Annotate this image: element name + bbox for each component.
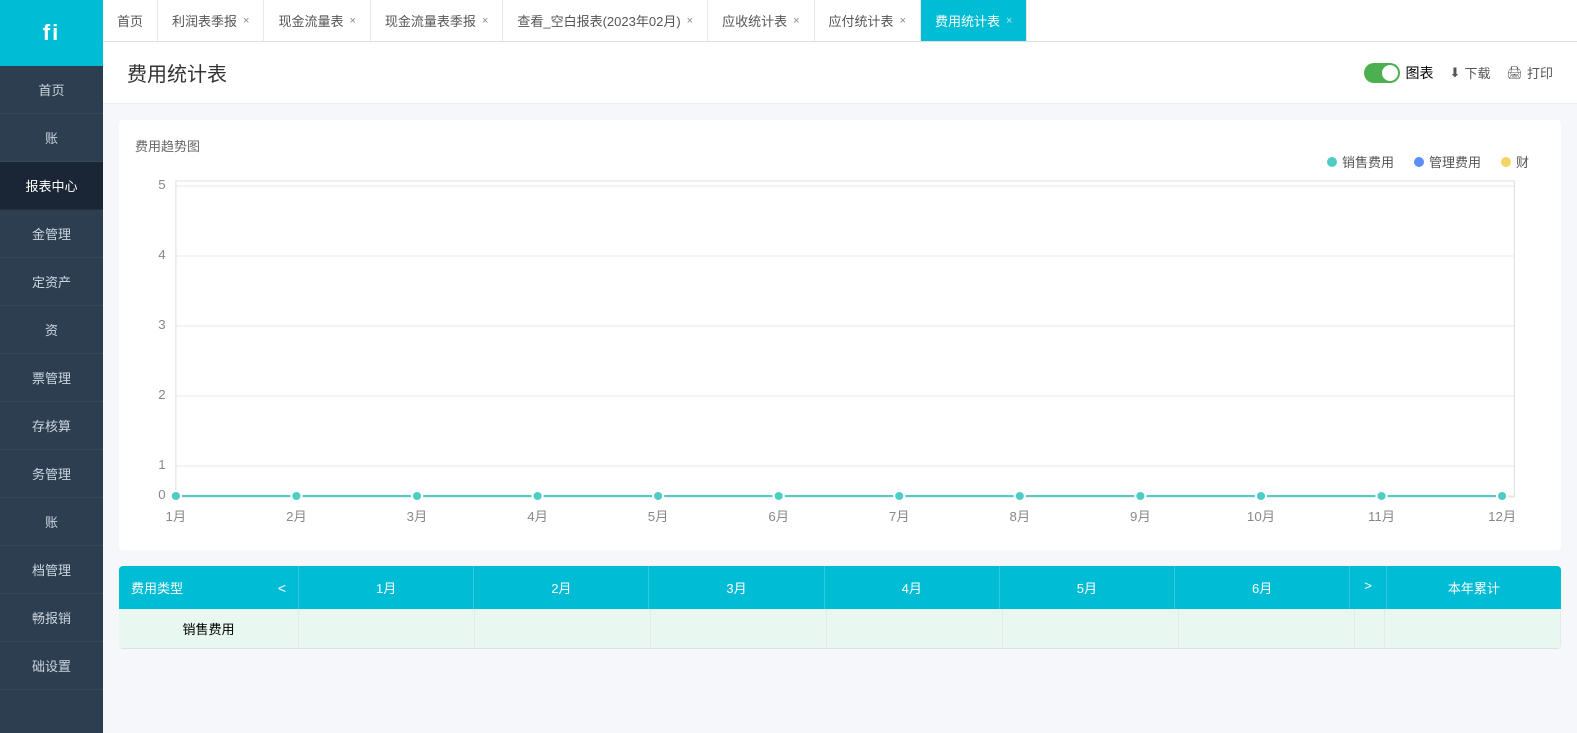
td-m2 bbox=[475, 609, 651, 648]
td-type: 销售费用 bbox=[119, 609, 299, 648]
th-month-6: 6月 bbox=[1175, 566, 1350, 609]
sidebar-item-archive[interactable]: 档管理 bbox=[0, 546, 103, 594]
svg-text:0: 0 bbox=[158, 487, 165, 502]
print-icon: 🖨 bbox=[1506, 65, 1523, 81]
svg-text:8月: 8月 bbox=[1009, 509, 1030, 524]
download-button[interactable]: ⬇ 下载 bbox=[1450, 63, 1491, 82]
page-header: 费用统计表 图表 ⬇ 下载 🖨 打印 bbox=[103, 42, 1577, 104]
print-button[interactable]: 🖨 打印 bbox=[1506, 63, 1553, 82]
close-icon[interactable]: × bbox=[243, 15, 249, 27]
svg-text:5月: 5月 bbox=[648, 509, 669, 524]
tab-expense-stat[interactable]: 费用统计表 × bbox=[921, 0, 1027, 41]
th-month-2: 2月 bbox=[474, 566, 649, 609]
sidebar-item-account[interactable]: 账 bbox=[0, 114, 103, 162]
tab-receivable[interactable]: 应收统计表 × bbox=[708, 0, 814, 41]
table-row-group-sales: 销售费用 bbox=[119, 609, 1561, 649]
close-icon[interactable]: × bbox=[900, 15, 906, 27]
th-month-5: 5月 bbox=[1000, 566, 1175, 609]
th-nav-prev[interactable]: < bbox=[278, 580, 286, 596]
table-header: 费用类型 < 1月 2月 3月 4月 5月 6月 > 本年累计 bbox=[119, 566, 1561, 609]
table-section: 费用类型 < 1月 2月 3月 4月 5月 6月 > 本年累计 销售费用 bbox=[119, 566, 1561, 649]
td-m5 bbox=[1003, 609, 1179, 648]
svg-text:2月: 2月 bbox=[286, 509, 307, 524]
main-content: 首页 利润表季报 × 现金流量表 × 现金流量表季报 × 查看_空白报表(202… bbox=[103, 0, 1577, 733]
svg-text:1月: 1月 bbox=[166, 509, 187, 524]
sidebar-item-investment[interactable]: 资 bbox=[0, 306, 103, 354]
svg-text:4月: 4月 bbox=[527, 509, 548, 524]
svg-text:3月: 3月 bbox=[407, 509, 428, 524]
th-annual: 本年累计 bbox=[1387, 566, 1561, 609]
svg-text:10月: 10月 bbox=[1247, 509, 1275, 524]
sidebar-item-inventory[interactable]: 存核算 bbox=[0, 402, 103, 450]
th-type: 费用类型 < bbox=[119, 566, 299, 609]
tab-view-blank[interactable]: 查看_空白报表(2023年02月) × bbox=[503, 0, 708, 41]
td-m3 bbox=[651, 609, 827, 648]
sidebar-item-report-center[interactable]: 报表中心 bbox=[0, 162, 103, 210]
svg-text:2: 2 bbox=[158, 387, 165, 402]
sidebar: fi 首页 账 报表中心 金管理 定资产 资 票管理 存核算 务管理 账 档管理… bbox=[0, 0, 103, 733]
page-content: 费用统计表 图表 ⬇ 下载 🖨 打印 费用趋势图 bbox=[103, 42, 1577, 733]
chart-svg-area: 5 4 3 2 1 0 bbox=[135, 163, 1545, 534]
sidebar-item-basic-settings[interactable]: 础设置 bbox=[0, 642, 103, 690]
close-icon[interactable]: × bbox=[1006, 15, 1012, 27]
tab-cashflow[interactable]: 现金流量表 × bbox=[264, 0, 370, 41]
page-title: 费用统计表 bbox=[127, 58, 227, 87]
svg-text:12月: 12月 bbox=[1488, 509, 1516, 524]
th-nav-next[interactable]: > bbox=[1350, 566, 1387, 609]
close-icon[interactable]: × bbox=[687, 15, 693, 27]
svg-text:1: 1 bbox=[158, 457, 165, 472]
sidebar-item-fixed-assets[interactable]: 定资产 bbox=[0, 258, 103, 306]
close-icon[interactable]: × bbox=[349, 15, 355, 27]
chart-toggle[interactable] bbox=[1364, 63, 1400, 83]
table-row: 销售费用 bbox=[119, 609, 1561, 649]
tab-profit-quarter[interactable]: 利润表季报 × bbox=[158, 0, 264, 41]
svg-text:5: 5 bbox=[158, 177, 165, 192]
td-m1 bbox=[299, 609, 475, 648]
svg-text:3: 3 bbox=[158, 317, 165, 332]
close-icon[interactable]: × bbox=[793, 15, 799, 27]
tab-cashflow-quarter[interactable]: 现金流量表季报 × bbox=[371, 0, 503, 41]
sidebar-item-expense-report[interactable]: 畅报销 bbox=[0, 594, 103, 642]
tab-home[interactable]: 首页 bbox=[103, 0, 158, 41]
sidebar-item-service-mgmt[interactable]: 务管理 bbox=[0, 450, 103, 498]
chart-toggle-wrap: 图表 bbox=[1364, 63, 1434, 83]
svg-text:6月: 6月 bbox=[768, 509, 789, 524]
td-spacer bbox=[1355, 609, 1385, 648]
td-m6 bbox=[1179, 609, 1355, 648]
th-month-4: 4月 bbox=[825, 566, 1000, 609]
svg-text:4: 4 bbox=[158, 247, 165, 262]
sidebar-item-fund-mgmt[interactable]: 金管理 bbox=[0, 210, 103, 258]
sidebar-item-ledger[interactable]: 账 bbox=[0, 498, 103, 546]
header-actions: 图表 ⬇ 下载 🖨 打印 bbox=[1364, 63, 1553, 83]
svg-text:9月: 9月 bbox=[1130, 509, 1151, 524]
sidebar-logo: fi bbox=[0, 0, 103, 66]
th-month-3: 3月 bbox=[649, 566, 824, 609]
svg-text:11月: 11月 bbox=[1368, 509, 1395, 524]
td-annual bbox=[1385, 609, 1561, 648]
chart-svg: 5 4 3 2 1 0 bbox=[135, 171, 1545, 531]
chart-section: 费用趋势图 销售费用 管理费用 财 bbox=[119, 120, 1561, 550]
svg-text:7月: 7月 bbox=[889, 509, 910, 524]
tab-payable[interactable]: 应付统计表 × bbox=[815, 0, 921, 41]
tab-bar: 首页 利润表季报 × 现金流量表 × 现金流量表季报 × 查看_空白报表(202… bbox=[103, 0, 1577, 42]
sidebar-item-home[interactable]: 首页 bbox=[0, 66, 103, 114]
download-icon: ⬇ bbox=[1450, 65, 1461, 81]
th-month-1: 1月 bbox=[299, 566, 474, 609]
sidebar-item-invoice-mgmt[interactable]: 票管理 bbox=[0, 354, 103, 402]
close-icon[interactable]: × bbox=[482, 15, 488, 27]
chart-toggle-label: 图表 bbox=[1406, 63, 1434, 83]
td-m4 bbox=[827, 609, 1003, 648]
